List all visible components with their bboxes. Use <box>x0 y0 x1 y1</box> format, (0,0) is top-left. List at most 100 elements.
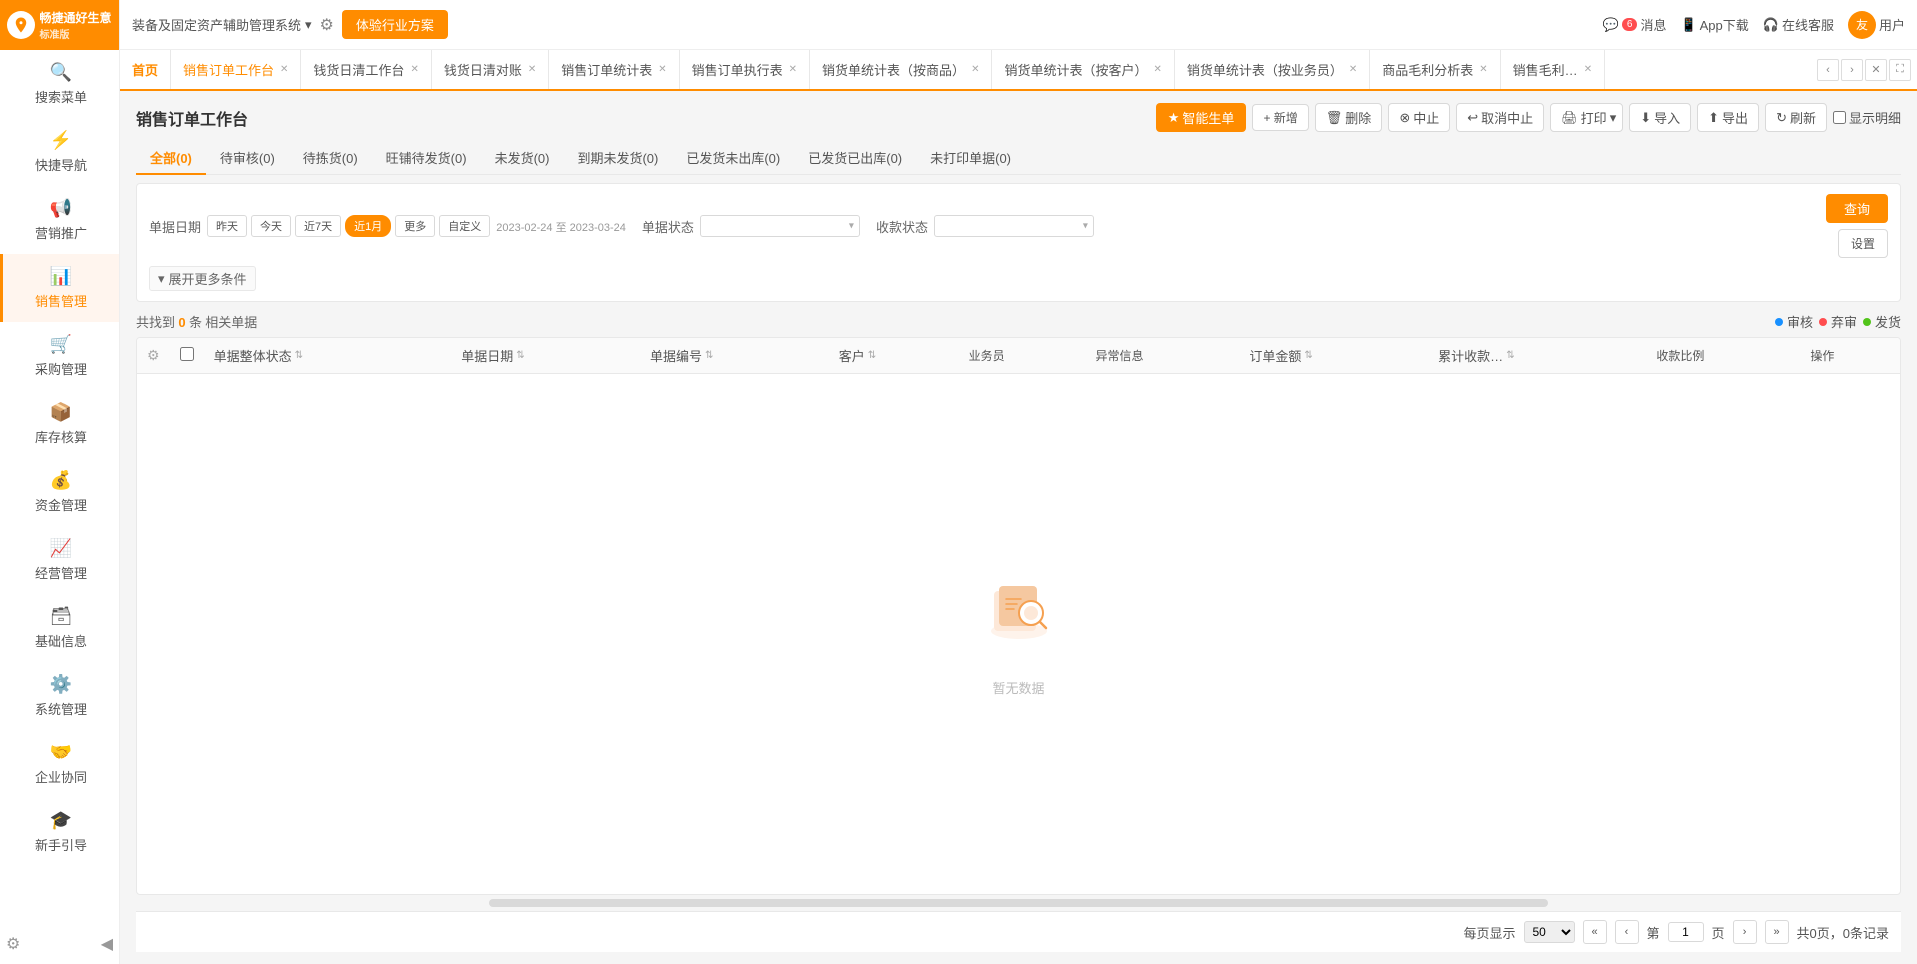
export-btn[interactable]: ⬆ 导出 <box>1697 103 1759 132</box>
tab-next-btn[interactable]: › <box>1841 59 1863 81</box>
last-page-btn[interactable]: » <box>1765 920 1789 944</box>
sub-tab-未打印单据[interactable]: 未打印单据(0) <box>916 142 1025 175</box>
tab-sale-margin[interactable]: 销售毛利…✕ <box>1501 50 1605 89</box>
sidebar-item-search[interactable]: 🔍搜索菜单 <box>0 50 119 118</box>
th-累计收款…[interactable]: 累计收款… <box>1428 338 1646 374</box>
sidebar-item-basic[interactable]: 🗃基础信息 <box>0 594 119 662</box>
th-单据日期[interactable]: 单据日期 <box>451 338 640 374</box>
delete-btn[interactable]: 🗑 删除 <box>1315 103 1383 132</box>
sidebar-item-purchase[interactable]: 🛒采购管理 <box>0 322 119 390</box>
tab-close-cash-clear[interactable]: ✕ <box>410 64 418 75</box>
detail-checkbox-input[interactable] <box>1833 111 1846 124</box>
tab-reconcile[interactable]: 钱货日清对账✕ <box>432 50 549 89</box>
sort-单据编号[interactable]: 单据编号 <box>650 346 819 365</box>
sidebar-item-operation[interactable]: 📈经营管理 <box>0 526 119 594</box>
cancel-stop-btn[interactable]: ↩ 取消中止 <box>1456 103 1544 132</box>
sub-tab-全部[interactable]: 全部(0) <box>136 142 206 175</box>
tab-close-sale-staff[interactable]: ✕ <box>1349 64 1357 75</box>
tab-home[interactable]: 首页 <box>120 50 171 89</box>
stop-btn[interactable]: ⊗ 中止 <box>1388 103 1450 132</box>
th-客户[interactable]: 客户 <box>829 338 959 374</box>
sub-tab-旺铺待发货[interactable]: 旺铺待发货(0) <box>372 142 481 175</box>
cancel-audit-btn[interactable]: 弃审 <box>1819 312 1857 331</box>
status-select[interactable] <box>700 215 860 237</box>
date-btn-更多[interactable]: 更多 <box>395 215 435 237</box>
sidebar-item-marketing[interactable]: 📢营销推广 <box>0 186 119 254</box>
tab-close-profit[interactable]: ✕ <box>1479 64 1487 75</box>
tab-sale-staff[interactable]: 销货单统计表（按业务员）✕ <box>1175 50 1370 89</box>
audit-btn[interactable]: 审核 <box>1775 312 1813 331</box>
sidebar-item-nav[interactable]: ⚡快捷导航 <box>0 118 119 186</box>
new-btn[interactable]: + 新增 <box>1252 104 1308 131</box>
sidebar-item-inventory[interactable]: 📦库存核算 <box>0 390 119 458</box>
settings-icon[interactable]: ⚙ <box>6 934 20 954</box>
refresh-btn[interactable]: ↻ 刷新 <box>1765 103 1827 132</box>
deliver-btn[interactable]: 发货 <box>1863 312 1901 331</box>
scroll-thumb[interactable] <box>489 899 1548 907</box>
tab-close-reconcile[interactable]: ✕ <box>528 64 536 75</box>
page-size-select[interactable]: 102050100 <box>1524 921 1575 943</box>
app-download-item[interactable]: 📱 App下载 <box>1680 15 1748 34</box>
th-订单金额[interactable]: 订单金额 <box>1239 338 1428 374</box>
sidebar-item-finance[interactable]: 💰资金管理 <box>0 458 119 526</box>
tab-stats[interactable]: 销售订单统计表✕ <box>549 50 679 89</box>
sort-单据整体状态[interactable]: 单据整体状态 <box>214 346 442 365</box>
smart-order-btn[interactable]: ★ 智能生单 <box>1156 103 1247 132</box>
tab-close-stats[interactable]: ✕ <box>658 64 666 75</box>
sub-tab-已发货未出库[interactable]: 已发货未出库(0) <box>672 142 794 175</box>
th-单据整体状态[interactable]: 单据整体状态 <box>204 338 452 374</box>
tab-exec[interactable]: 销售订单执行表✕ <box>680 50 810 89</box>
system-title-dropdown[interactable]: 装备及固定资产辅助管理系统 ▾ <box>132 15 312 34</box>
date-btn-今天[interactable]: 今天 <box>251 215 291 237</box>
message-icon-item[interactable]: 💬 6 消息 <box>1603 15 1667 34</box>
gear-icon[interactable]: ⚙ <box>320 15 334 35</box>
sub-tab-未发货[interactable]: 未发货(0) <box>481 142 564 175</box>
sub-tab-已发货已出库[interactable]: 已发货已出库(0) <box>794 142 916 175</box>
date-btn-近1月[interactable]: 近1月 <box>345 215 391 237</box>
tab-cash-clear[interactable]: 钱货日清工作台✕ <box>301 50 431 89</box>
sort-单据日期[interactable]: 单据日期 <box>461 346 630 365</box>
sort-订单金额[interactable]: 订单金额 <box>1249 346 1418 365</box>
user-item[interactable]: 友 用户 <box>1848 11 1905 39</box>
set-btn[interactable]: 设置 <box>1838 229 1888 258</box>
sidebar-item-system[interactable]: ⚙️系统管理 <box>0 662 119 730</box>
sub-tab-待拣货[interactable]: 待拣货(0) <box>289 142 372 175</box>
sidebar-item-collab[interactable]: 🤝企业协同 <box>0 730 119 798</box>
collapse-icon[interactable]: ◀ <box>101 934 113 954</box>
tab-close-sale-customer[interactable]: ✕ <box>1153 64 1161 75</box>
tab-close-all-btn[interactable]: ✕ <box>1865 59 1887 81</box>
tab-sale-customer[interactable]: 销货单统计表（按客户）✕ <box>992 50 1174 89</box>
tab-close-sale-goods[interactable]: ✕ <box>971 64 979 75</box>
sort-累计收款…[interactable]: 累计收款… <box>1438 346 1636 365</box>
th-单据编号[interactable]: 单据编号 <box>640 338 829 374</box>
trial-btn[interactable]: 体验行业方案 <box>342 10 448 39</box>
select-all-checkbox[interactable] <box>180 347 194 361</box>
date-btn-昨天[interactable]: 昨天 <box>207 215 247 237</box>
sub-tab-到期未发货[interactable]: 到期未发货(0) <box>563 142 672 175</box>
horizontal-scrollbar[interactable] <box>136 899 1901 907</box>
tab-maximize-btn[interactable]: ⛶ <box>1889 59 1911 81</box>
tab-sales-order[interactable]: 销售订单工作台✕ <box>171 50 301 91</box>
show-detail-checkbox[interactable]: 显示明细 <box>1833 108 1901 127</box>
tab-profit[interactable]: 商品毛利分析表✕ <box>1370 50 1500 89</box>
sidebar-item-guide[interactable]: 🎓新手引导 <box>0 798 119 866</box>
sub-tab-待审核[interactable]: 待审核(0) <box>206 142 289 175</box>
expand-btn[interactable]: ▾ 展开更多条件 <box>149 266 256 291</box>
payment-select[interactable] <box>934 215 1094 237</box>
tab-close-sales-order[interactable]: ✕ <box>280 64 288 75</box>
date-btn-近7天[interactable]: 近7天 <box>295 215 341 237</box>
sort-客户[interactable]: 客户 <box>839 346 949 365</box>
first-page-btn[interactable]: « <box>1583 920 1607 944</box>
tab-close-exec[interactable]: ✕ <box>789 64 797 75</box>
import-btn[interactable]: ⬇ 导入 <box>1629 103 1691 132</box>
next-page-btn[interactable]: › <box>1733 920 1757 944</box>
print-btn[interactable]: 🖨 打印 ▾ <box>1550 103 1623 132</box>
tab-prev-btn[interactable]: ‹ <box>1817 59 1839 81</box>
column-settings-icon[interactable]: ⚙ <box>147 347 160 363</box>
online-service-item[interactable]: 🎧 在线客服 <box>1763 15 1834 34</box>
query-btn[interactable]: 查询 <box>1826 194 1888 223</box>
page-number-input[interactable] <box>1668 922 1704 942</box>
date-btn-自定义[interactable]: 自定义 <box>439 215 490 237</box>
sidebar-item-sales[interactable]: 📊销售管理 <box>0 254 119 322</box>
prev-page-btn[interactable]: ‹ <box>1615 920 1639 944</box>
